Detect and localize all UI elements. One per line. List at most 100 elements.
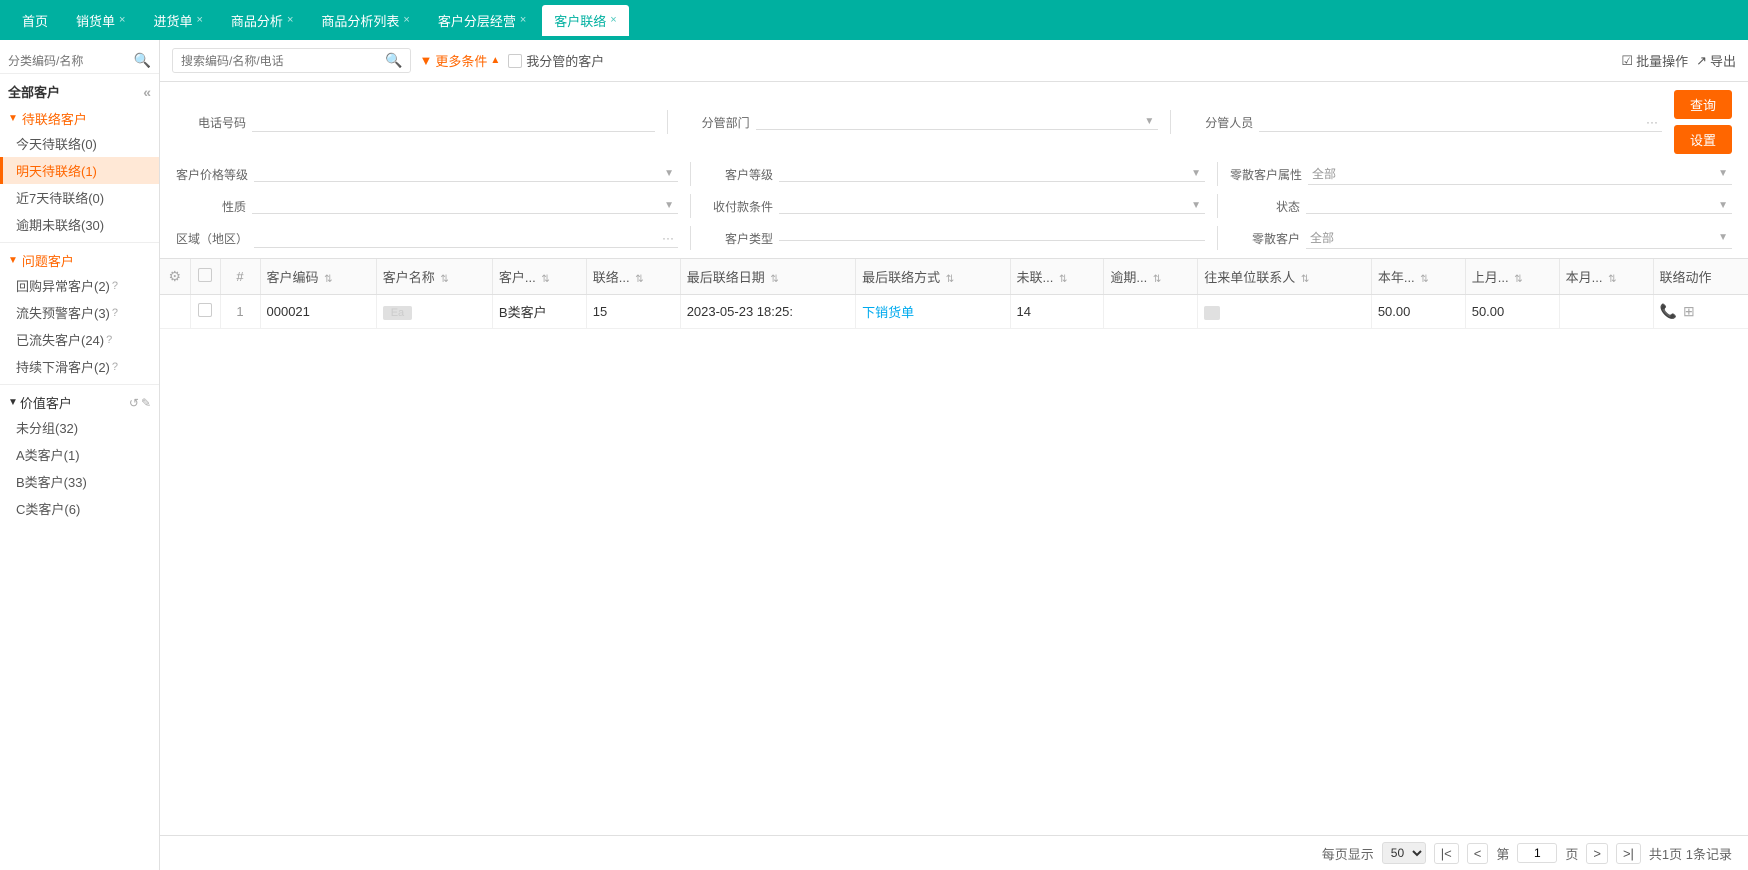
th-check[interactable] — [190, 259, 220, 295]
next-page-button[interactable]: > — [1586, 843, 1608, 864]
nav-product-analysis-list-close[interactable]: × — [403, 14, 409, 26]
th-uncontacted[interactable]: 未联... ⇅ — [1010, 259, 1104, 295]
nav-customer-segmentation-close[interactable]: × — [520, 14, 526, 26]
my-customers-check-icon[interactable] — [508, 54, 522, 68]
sort-icon-last-method[interactable]: ⇅ — [946, 274, 954, 285]
sidebar-week7-contact[interactable]: 近7天待联络(0) — [0, 184, 159, 211]
nav-customer-segmentation[interactable]: 客户分层经营 × — [426, 5, 538, 36]
price-level-select[interactable]: ▼ — [254, 166, 678, 182]
gender-select[interactable]: ▼ — [252, 198, 678, 214]
page-size-select[interactable]: 50 — [1382, 842, 1426, 864]
sidebar-class-c[interactable]: C类客户(6) — [0, 495, 159, 522]
nav-customer-contact-close[interactable]: × — [610, 14, 616, 26]
settings-button[interactable]: 设置 — [1674, 125, 1732, 154]
query-button[interactable]: 查询 — [1674, 90, 1732, 119]
check-square-icon: ☑ — [1621, 53, 1633, 69]
filter-icon: ▼ — [419, 53, 432, 68]
nav-product-analysis-list[interactable]: 商品分析列表 × — [309, 5, 421, 36]
sort-icon-name[interactable]: ⇅ — [440, 274, 448, 285]
sort-icon-this-month[interactable]: ⇅ — [1608, 274, 1616, 285]
sort-icon-last-month[interactable]: ⇅ — [1514, 274, 1522, 285]
phone-input[interactable] — [252, 113, 655, 132]
sort-icon-type[interactable]: ⇅ — [541, 274, 549, 285]
customer-type-select[interactable] — [779, 236, 1205, 241]
toolbar-right: ☑ 批量操作 ↗ 导出 — [1621, 51, 1736, 70]
sidebar-class-b[interactable]: B类客户(33) — [0, 468, 159, 495]
th-this-year[interactable]: 本年... ⇅ — [1371, 259, 1465, 295]
sort-icon-last-date[interactable]: ⇅ — [770, 274, 778, 285]
sort-icon-overdue[interactable]: ⇅ — [1153, 274, 1161, 285]
sidebar-declining[interactable]: 持续下滑客户(2) ? — [0, 353, 159, 380]
sort-icon-code[interactable]: ⇅ — [324, 274, 332, 285]
filter-row-1: 电话号码 分管部门 ▼ 分管人员 ··· — [176, 90, 1732, 154]
first-page-button[interactable]: |< — [1434, 843, 1459, 864]
status-select[interactable]: ▼ — [1306, 198, 1732, 214]
th-code[interactable]: 客户编码 ⇅ — [260, 259, 376, 295]
person-select[interactable]: ··· — [1259, 113, 1662, 132]
nav-customer-contact[interactable]: 客户联络 × — [542, 5, 628, 36]
sidebar-search-input[interactable] — [8, 54, 134, 68]
nav-product-analysis[interactable]: 商品分析 × — [219, 5, 305, 36]
my-customers-checkbox[interactable]: 我分管的客户 — [508, 51, 604, 70]
th-last-date[interactable]: 最后联络日期 ⇅ — [680, 259, 855, 295]
header-checkbox[interactable] — [198, 268, 212, 282]
th-overdue[interactable]: 逾期... ⇅ — [1104, 259, 1198, 295]
row-last-method[interactable]: 下销货单 — [856, 295, 1010, 329]
th-unit-contact[interactable]: 往来单位联系人 ⇅ — [1198, 259, 1372, 295]
payment-select[interactable]: ▼ — [779, 198, 1205, 214]
export-button[interactable]: ↗ 导出 — [1696, 51, 1736, 70]
sidebar-all-customers[interactable]: 全部客户 « — [0, 78, 159, 105]
search-input[interactable] — [181, 54, 381, 68]
nav-purchase-order-close[interactable]: × — [196, 14, 202, 26]
page-input[interactable] — [1517, 843, 1557, 863]
row-uncontacted: 14 — [1010, 295, 1104, 329]
th-last-method[interactable]: 最后联络方式 ⇅ — [856, 259, 1010, 295]
th-type[interactable]: 客户... ⇅ — [492, 259, 586, 295]
sort-icon-contacts[interactable]: ⇅ — [635, 274, 643, 285]
person-more-icon[interactable]: ··· — [1646, 115, 1658, 129]
sidebar-overdue-contact[interactable]: 逾期未联络(30) — [0, 211, 159, 238]
sidebar-collapse-icon[interactable]: « — [143, 84, 151, 100]
th-name[interactable]: 客户名称 ⇅ — [376, 259, 492, 295]
sidebar-churn-warning[interactable]: 流失预警客户(3) ? — [0, 299, 159, 326]
th-this-month[interactable]: 本月... ⇅ — [1559, 259, 1653, 295]
filter-divider-3 — [690, 162, 691, 186]
nav-sales-order[interactable]: 销货单 × — [64, 5, 137, 36]
sort-icon-unit-contact[interactable]: ⇅ — [1301, 274, 1309, 285]
settings-gear-icon[interactable]: ⚙ — [168, 268, 181, 284]
nav-home[interactable]: 首页 — [10, 5, 60, 36]
last-method-link[interactable]: 下销货单 — [862, 305, 914, 320]
sidebar-tomorrow-contact[interactable]: 明天待联络(1) — [0, 157, 159, 184]
refresh-icon[interactable]: ↺ — [129, 396, 139, 410]
grid-action-icon[interactable]: ⊞ — [1683, 303, 1695, 320]
sidebar-churned[interactable]: 已流失客户(24) ? — [0, 326, 159, 353]
retail-attr-select[interactable]: 全部 ▼ — [1308, 163, 1732, 185]
sort-icon-uncontacted[interactable]: ⇅ — [1059, 274, 1067, 285]
nav-purchase-order[interactable]: 进货单 × — [141, 5, 214, 36]
edit-icon[interactable]: ✎ — [141, 396, 151, 410]
more-conditions-btn[interactable]: ▼ 更多条件 ▲ — [419, 51, 500, 70]
sort-icon-this-year[interactable]: ⇅ — [1420, 274, 1428, 285]
nav-product-analysis-close[interactable]: × — [287, 14, 293, 26]
sidebar-ungrouped[interactable]: 未分组(32) — [0, 414, 159, 441]
row-checkbox-cell[interactable] — [190, 295, 220, 329]
nav-sales-order-close[interactable]: × — [119, 14, 125, 26]
customer-level-select[interactable]: ▼ — [779, 166, 1205, 182]
prev-page-button[interactable]: < — [1467, 843, 1489, 864]
last-page-button[interactable]: >| — [1616, 843, 1641, 864]
sidebar-repurchase-abnormal[interactable]: 回购异常客户(2) ? — [0, 272, 159, 299]
th-settings[interactable]: ⚙ — [160, 259, 190, 295]
area-select[interactable]: ··· — [254, 229, 678, 248]
th-last-month[interactable]: 上月... ⇅ — [1465, 259, 1559, 295]
retail-customer-select[interactable]: 全部 ▼ — [1306, 227, 1732, 249]
batch-op-button[interactable]: ☑ 批量操作 — [1621, 51, 1688, 70]
dept-select[interactable]: ▼ — [756, 114, 1159, 130]
phone-action-icon[interactable]: 📞 — [1660, 303, 1677, 320]
sidebar-class-a[interactable]: A类客户(1) — [0, 441, 159, 468]
area-more-icon[interactable]: ··· — [662, 231, 674, 245]
sidebar-search-icon[interactable]: 🔍 — [134, 52, 151, 69]
th-contacts[interactable]: 联络... ⇅ — [586, 259, 680, 295]
sidebar-today-contact[interactable]: 今天待联络(0) — [0, 130, 159, 157]
row-checkbox[interactable] — [198, 303, 212, 317]
search-icon[interactable]: 🔍 — [385, 52, 402, 69]
